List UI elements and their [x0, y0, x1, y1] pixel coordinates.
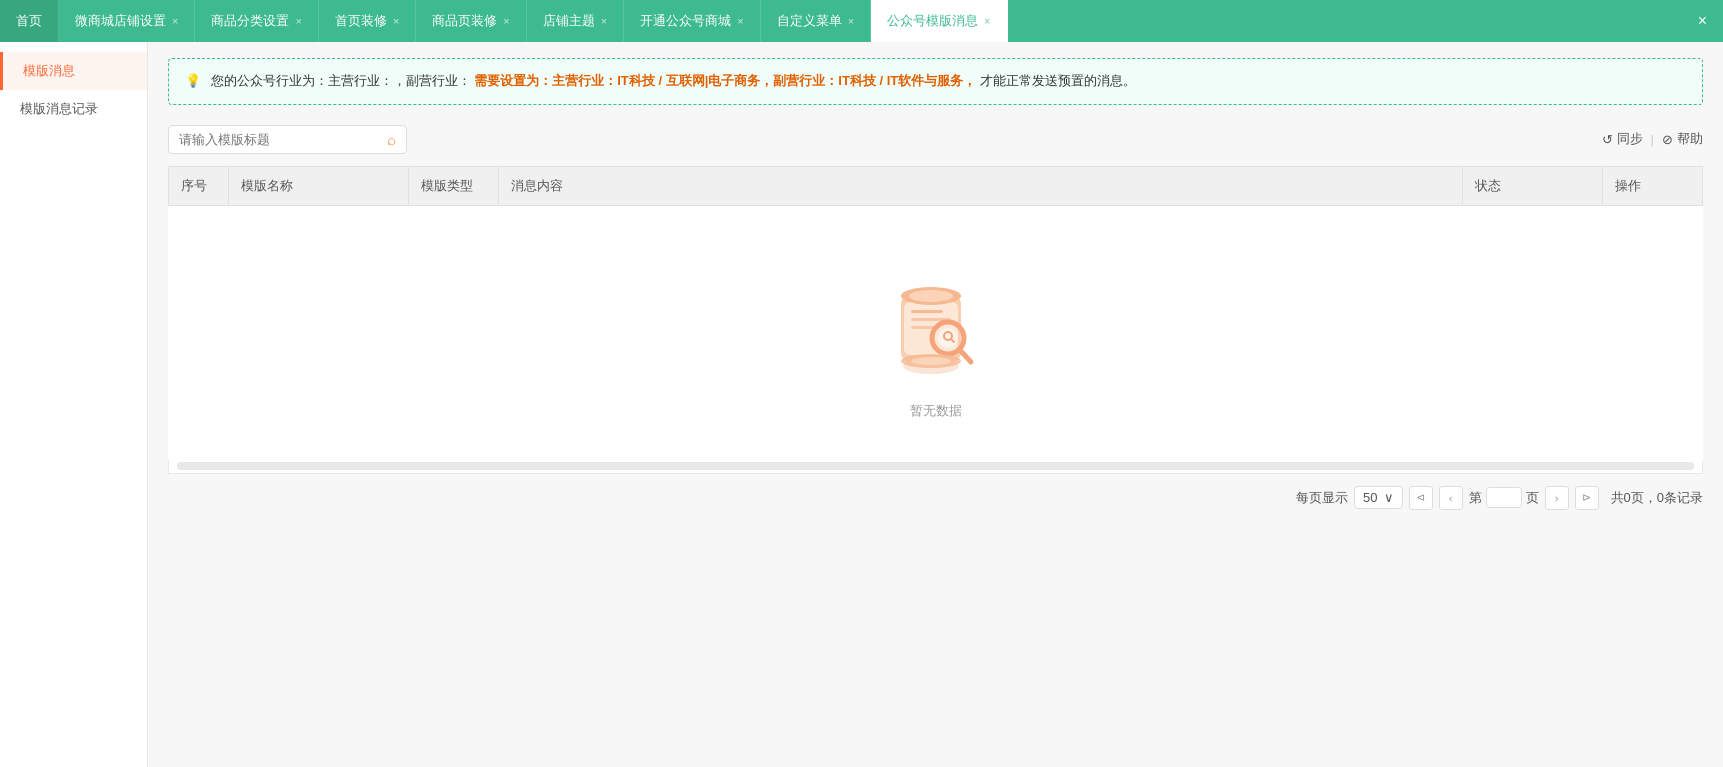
global-close-button[interactable]: × [1682, 12, 1723, 30]
info-prefix: 您的公众号行业为：主营行业：，副营行业： [211, 73, 471, 88]
nav-tab-label-template-msg: 公众号模版消息 [887, 12, 978, 30]
page-unit: 页 [1526, 489, 1539, 507]
search-button[interactable]: ⌕ [387, 131, 396, 148]
nav-tab-custom-menu[interactable]: 自定义菜单 × [761, 0, 871, 42]
close-tab-store-theme-icon[interactable]: × [601, 15, 607, 27]
nav-tab-shop-setting[interactable]: 微商城店铺设置 × [59, 0, 195, 42]
main-layout: 模版消息模版消息记录 💡 您的公众号行业为：主营行业：，副营行业： 需要设置为：… [0, 42, 1723, 767]
close-tab-open-mall-icon[interactable]: × [737, 15, 743, 27]
per-page-value: 50 [1363, 490, 1377, 505]
close-tab-product-decor-icon[interactable]: × [503, 15, 509, 27]
sync-button[interactable]: ↺ 同步 [1602, 130, 1643, 148]
page-label: 第 [1469, 489, 1482, 507]
bulb-icon: 💡 [185, 73, 201, 88]
toolbar-right: ↺ 同步 | ⊘ 帮助 [1602, 130, 1703, 148]
col-header-content: 消息内容 [499, 166, 1463, 205]
nav-tab-label-category-setting: 商品分类设置 [211, 12, 289, 30]
col-header-type: 模版类型 [409, 166, 499, 205]
refresh-icon: ↺ [1602, 132, 1613, 147]
total-info: 共0页，0条记录 [1611, 489, 1703, 507]
svg-point-4 [909, 290, 953, 302]
divider: | [1651, 132, 1654, 147]
content-area: 💡 您的公众号行业为：主营行业：，副营行业： 需要设置为：主营行业：IT科技 /… [148, 42, 1723, 767]
close-tab-template-msg-icon[interactable]: × [984, 15, 990, 27]
first-page-button[interactable]: ⊲ [1409, 486, 1433, 510]
per-page-select[interactable]: 50 ∨ [1354, 486, 1402, 509]
close-tab-homepage-decor-icon[interactable]: × [393, 15, 399, 27]
sidebar-item-template-message-record[interactable]: 模版消息记录 [0, 90, 147, 128]
help-label: 帮助 [1677, 130, 1703, 148]
data-table: 序号模版名称模版类型消息内容状态操作 [168, 166, 1703, 206]
info-suffix: 才能正常发送预置的消息。 [980, 73, 1136, 88]
help-icon: ⊘ [1662, 132, 1673, 147]
nav-tab-label-home: 首页 [16, 12, 42, 30]
nav-tab-label-custom-menu: 自定义菜单 [777, 12, 842, 30]
nav-tab-template-msg[interactable]: 公众号模版消息 × [871, 0, 1007, 42]
dropdown-arrow-icon: ∨ [1384, 490, 1394, 505]
prev-page-button[interactable]: ‹ [1439, 486, 1463, 510]
last-page-button[interactable]: ⊳ [1575, 486, 1599, 510]
nav-tab-label-shop-setting: 微商城店铺设置 [75, 12, 166, 30]
sidebar: 模版消息模版消息记录 [0, 42, 148, 767]
col-header-name: 模版名称 [229, 166, 409, 205]
nav-tab-store-theme[interactable]: 店铺主题 × [527, 0, 624, 42]
close-tab-category-setting-icon[interactable]: × [295, 15, 301, 27]
svg-rect-5 [911, 310, 943, 313]
col-header-action: 操作 [1603, 166, 1703, 205]
nav-tab-label-open-mall: 开通公众号商城 [640, 12, 731, 30]
svg-line-10 [959, 349, 971, 362]
per-page-label: 每页显示 [1296, 489, 1348, 507]
empty-illustration [876, 266, 996, 386]
sidebar-item-template-message[interactable]: 模版消息 [0, 52, 147, 90]
info-banner: 💡 您的公众号行业为：主营行业：，副营行业： 需要设置为：主营行业：IT科技 /… [168, 58, 1703, 105]
nav-tab-home[interactable]: 首页 [0, 0, 59, 42]
search-input[interactable] [179, 132, 379, 147]
top-navigation: 首页微商城店铺设置×商品分类设置×首页装修×商品页装修×店铺主题×开通公众号商城… [0, 0, 1723, 42]
page-input-group: 第 1 页 [1469, 487, 1539, 508]
svg-point-14 [911, 357, 951, 365]
nav-tab-open-mall[interactable]: 开通公众号商城 × [624, 0, 760, 42]
toolbar: ⌕ ↺ 同步 | ⊘ 帮助 [168, 125, 1703, 154]
sync-label: 同步 [1617, 130, 1643, 148]
col-header-status: 状态 [1463, 166, 1603, 205]
next-page-button[interactable]: › [1545, 486, 1569, 510]
horizontal-scrollbar[interactable] [168, 460, 1703, 474]
close-tab-custom-menu-icon[interactable]: × [848, 15, 854, 27]
nav-tab-label-homepage-decor: 首页装修 [335, 12, 387, 30]
nav-tab-product-decor[interactable]: 商品页装修 × [416, 0, 526, 42]
scrollbar-track [177, 462, 1694, 470]
empty-text: 暂无数据 [910, 402, 962, 420]
col-header-seq: 序号 [169, 166, 229, 205]
empty-state: 暂无数据 [168, 206, 1703, 460]
close-tab-shop-setting-icon[interactable]: × [172, 15, 178, 27]
info-highlight: 需要设置为：主营行业：IT科技 / 互联网|电子商务，副营行业：IT科技 / I… [474, 73, 976, 88]
search-box[interactable]: ⌕ [168, 125, 407, 154]
nav-tab-label-product-decor: 商品页装修 [432, 12, 497, 30]
help-button[interactable]: ⊘ 帮助 [1662, 130, 1703, 148]
table-header: 序号模版名称模版类型消息内容状态操作 [169, 166, 1703, 205]
nav-tab-label-store-theme: 店铺主题 [543, 12, 595, 30]
pagination-bar: 每页显示 50 ∨ ⊲ ‹ 第 1 页 › ⊳ 共0页，0条记录 [168, 474, 1703, 514]
page-number-input[interactable]: 1 [1486, 487, 1522, 508]
nav-tab-homepage-decor[interactable]: 首页装修 × [319, 0, 416, 42]
nav-tab-category-setting[interactable]: 商品分类设置 × [195, 0, 318, 42]
